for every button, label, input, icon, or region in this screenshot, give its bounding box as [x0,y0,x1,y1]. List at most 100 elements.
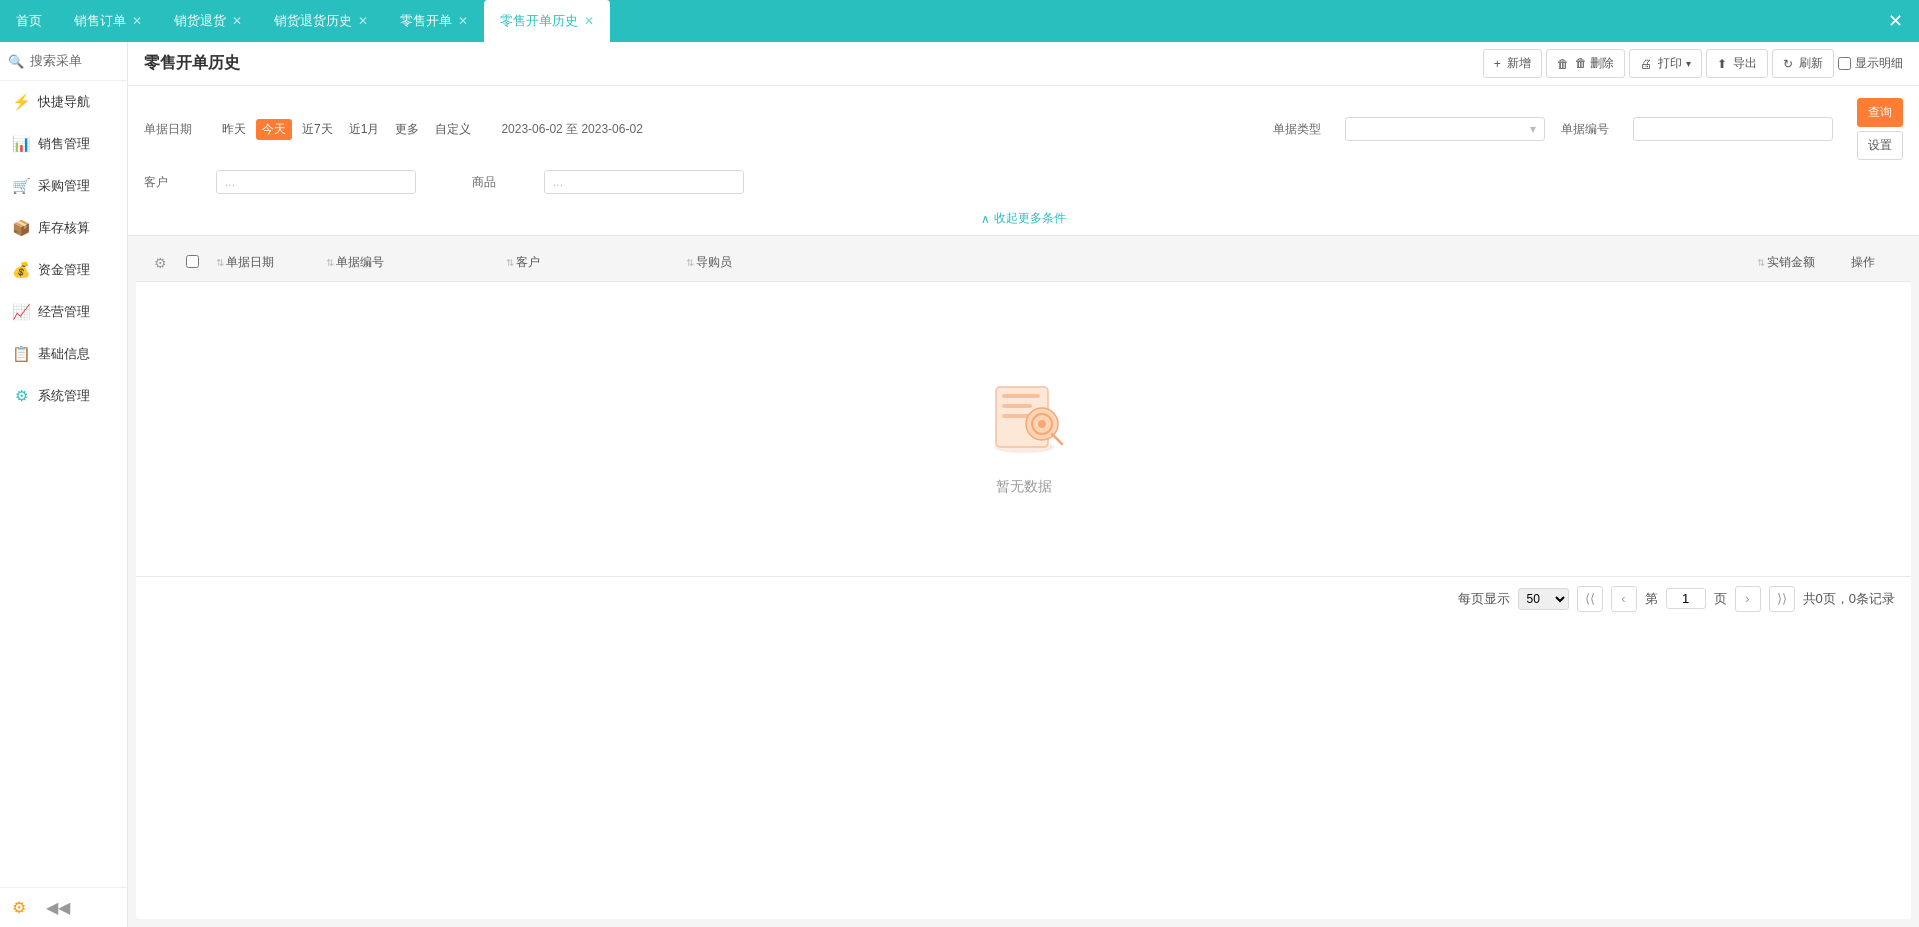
empty-text: 暂无数据 [996,478,1052,496]
first-page-btn[interactable]: ⟨⟨ [1577,586,1603,612]
th-date[interactable]: ⇅ 单据日期 [208,254,318,271]
collapse-sidebar-icon[interactable]: ◀◀ [46,898,70,917]
toolbar: 零售开单历史 + 新增 🗑 🗑 删除 🖨 打印 ▾ ⬆ 导出 ↻ 刷新 [128,42,1919,86]
table-header: ⚙ ⇅ 单据日期 ⇅ 单据编号 ⇅ 客户 ⇅ 导购员 [136,244,1911,282]
tab-home[interactable]: 首页 [0,0,58,42]
filter-row-2: 客户 ... 商品 ... [144,170,1903,194]
per-page-select[interactable]: 50 100 200 [1518,588,1569,610]
order-no-label: 单据编号 [1561,121,1617,138]
order-no-input[interactable] [1633,117,1833,141]
goods-placeholder: ... [553,175,735,189]
sidebar-item-quick-nav[interactable]: ⚡ 快捷导航 [0,81,127,123]
refresh-icon: ↻ [1783,57,1793,71]
tab-sales-return[interactable]: 销货退货 ✕ [158,0,258,42]
tab-retail-open[interactable]: 零售开单 ✕ [384,0,484,42]
table-settings-icon[interactable]: ⚙ [144,255,176,271]
tab-sales-return-history[interactable]: 销货退货历史 ✕ [258,0,384,42]
tab-close-sales-return[interactable]: ✕ [232,14,242,28]
add-icon: + [1494,57,1501,71]
empty-state: 暂无数据 [136,282,1911,576]
basic-info-icon: 📋 [12,345,30,363]
main-layout: 🔍 搜索采单 ⚡ 快捷导航 📊 销售管理 🛒 采购管理 📦 库存核算 💰 资金管… [0,42,1919,927]
tab-close-retail-open[interactable]: ✕ [458,14,468,28]
tab-retail-open-history[interactable]: 零售开单历史 ✕ [484,0,610,42]
settings-gear-icon[interactable]: ⚙ [12,898,26,917]
sidebar-item-purchase-mgmt[interactable]: 🛒 采购管理 [0,165,127,207]
finance-icon: 💰 [12,261,30,279]
system-icon: ⚙ [12,387,30,405]
sidebar-item-operations[interactable]: 📈 经营管理 [0,291,127,333]
sales-mgmt-icon: 📊 [12,135,30,153]
inventory-icon: 📦 [12,219,30,237]
next-page-btn[interactable]: › [1735,586,1761,612]
yesterday-btn[interactable]: 昨天 [216,119,252,140]
table-area: ⚙ ⇅ 单据日期 ⇅ 单据编号 ⇅ 客户 ⇅ 导购员 [136,244,1911,919]
prev-page-btn[interactable]: ‹ [1611,586,1637,612]
th-customer[interactable]: ⇅ 客户 [498,254,678,271]
tab-close-sales-order[interactable]: ✕ [132,14,142,28]
sidebar: 🔍 搜索采单 ⚡ 快捷导航 📊 销售管理 🛒 采购管理 📦 库存核算 💰 资金管… [0,42,128,927]
more-btn[interactable]: 更多 [389,119,425,140]
svg-point-8 [1038,420,1046,428]
sidebar-item-basic-info[interactable]: 📋 基础信息 [0,333,127,375]
search-icon: 🔍 [8,54,24,69]
tab-close-sales-return-history[interactable]: ✕ [358,14,368,28]
add-button[interactable]: + 新增 [1483,49,1542,78]
svg-rect-3 [1002,404,1032,408]
last-page-btn[interactable]: ⟩⟩ [1769,586,1795,612]
collapse-button[interactable]: ∧ 收起更多条件 [144,204,1903,235]
empty-state-icon [974,362,1074,462]
print-button[interactable]: 🖨 打印 ▾ [1629,49,1702,78]
select-all-checkbox[interactable] [186,255,199,268]
delete-icon: 🗑 [1557,57,1569,71]
quick-nav-icon: ⚡ [12,93,30,111]
table-select-all[interactable] [176,254,208,272]
query-button[interactable]: 查询 [1857,98,1903,127]
purchase-mgmt-icon: 🛒 [12,177,30,195]
sort-icon-customer: ⇅ [506,257,514,268]
th-guide[interactable]: ⇅ 导购员 [678,254,798,271]
refresh-button[interactable]: ↻ 刷新 [1772,49,1834,78]
customer-placeholder: ... [225,175,407,189]
page-title: 零售开单历史 [144,53,1479,74]
collapse-arrow-icon: ∧ [981,212,990,226]
date-filter-label: 单据日期 [144,121,200,138]
delete-button[interactable]: 🗑 🗑 删除 [1546,49,1625,78]
last7days-btn[interactable]: 近7天 [296,119,339,140]
custom-btn[interactable]: 自定义 [429,119,477,140]
order-type-label: 单据类型 [1273,121,1329,138]
sidebar-bottom: ⚙ ◀◀ [0,887,127,927]
top-tab-bar: 首页 销售订单 ✕ 销货退货 ✕ 销货退货历史 ✕ 零售开单 ✕ 零售开单历史 … [0,0,1919,42]
display-detail-checkbox-label[interactable]: 显示明细 [1838,55,1903,72]
print-icon: 🖨 [1640,57,1652,71]
date-range-display: 2023-06-02 至 2023-06-02 [501,121,642,138]
export-button[interactable]: ⬆ 导出 [1706,49,1768,78]
settings-button[interactable]: 设置 [1857,131,1903,160]
today-btn[interactable]: 今天 [256,119,292,140]
tab-close-retail-open-history[interactable]: ✕ [584,14,594,28]
export-icon: ⬆ [1717,57,1727,71]
page-input[interactable] [1666,588,1706,609]
th-order-no[interactable]: ⇅ 单据编号 [318,254,498,271]
tab-sales-order[interactable]: 销售订单 ✕ [58,0,158,42]
display-detail-checkbox[interactable] [1838,57,1851,70]
goods-select[interactable]: ... [544,170,744,194]
sidebar-item-system[interactable]: ⚙ 系统管理 [0,375,127,417]
svg-rect-2 [1002,394,1040,398]
sidebar-search[interactable]: 🔍 搜索采单 [0,42,127,81]
order-type-select[interactable]: ▾ [1345,117,1545,141]
window-close-button[interactable]: ✕ [1888,10,1903,32]
th-amount[interactable]: ⇅ 实销金额 [798,254,1823,271]
sort-icon-order-no: ⇅ [326,257,334,268]
goods-filter-label: 商品 [472,174,528,191]
sidebar-item-sales-mgmt[interactable]: 📊 销售管理 [0,123,127,165]
customer-select[interactable]: ... [216,170,416,194]
sort-icon-guide: ⇅ [686,257,694,268]
date-filter-buttons: 昨天 今天 近7天 近1月 更多 自定义 [216,119,477,140]
th-action: 操作 [1823,254,1903,271]
last1month-btn[interactable]: 近1月 [343,119,386,140]
sidebar-item-inventory[interactable]: 📦 库存核算 [0,207,127,249]
sidebar-item-finance[interactable]: 💰 资金管理 [0,249,127,291]
svg-line-7 [1052,434,1062,444]
customer-filter-label: 客户 [144,174,200,191]
